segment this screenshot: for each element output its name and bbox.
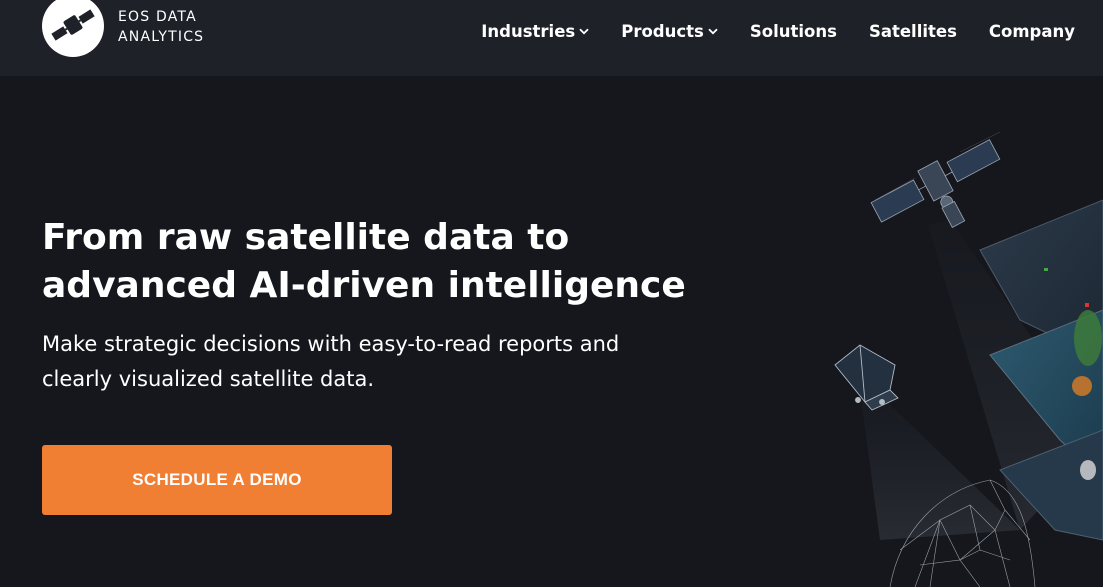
nav-satellites[interactable]: Satellites bbox=[869, 22, 957, 41]
nav-company[interactable]: Company bbox=[989, 22, 1075, 41]
nav-industries[interactable]: Industries bbox=[481, 22, 589, 41]
nav-industries-label: Industries bbox=[481, 21, 576, 41]
nav-solutions[interactable]: Solutions bbox=[750, 22, 837, 41]
hero-subtitle: Make strategic decisions with easy-to-re… bbox=[42, 327, 682, 397]
page: EOS DATA ANALYTICS Industries Products S… bbox=[0, 0, 1103, 587]
hero-title-line-1: From raw satellite data to bbox=[42, 217, 570, 258]
hero-title: From raw satellite data to advanced AI-d… bbox=[42, 214, 742, 310]
main-nav: Industries Products Solutions Satellites… bbox=[481, 22, 1075, 41]
site-header: EOS DATA ANALYTICS Industries Products S… bbox=[0, 0, 1103, 76]
brand-line-2: ANALYTICS bbox=[118, 29, 205, 45]
hero-subtitle-line-2: clearly visualized satellite data. bbox=[42, 367, 375, 391]
schedule-demo-button[interactable]: SCHEDULE A DEMO bbox=[42, 445, 392, 515]
chevron-down-icon bbox=[579, 28, 589, 34]
brand-line-1: EOS DATA bbox=[118, 9, 197, 25]
nav-products-label: Products bbox=[621, 21, 704, 41]
satellite-illustration bbox=[834, 131, 1103, 587]
nav-company-label: Company bbox=[988, 21, 1075, 41]
chevron-down-icon bbox=[708, 28, 718, 34]
nav-products[interactable]: Products bbox=[621, 22, 718, 41]
hero-subtitle-line-1: Make strategic decisions with easy-to-re… bbox=[42, 332, 620, 356]
nav-satellites-label: Satellites bbox=[868, 21, 957, 41]
brand-name: EOS DATA ANALYTICS bbox=[118, 7, 204, 47]
nav-solutions-label: Solutions bbox=[749, 21, 837, 41]
satellite-logo-icon bbox=[42, 0, 104, 57]
hero-title-line-2: advanced AI-driven intelligence bbox=[42, 265, 686, 306]
logo[interactable]: EOS DATA ANALYTICS bbox=[42, 0, 204, 57]
